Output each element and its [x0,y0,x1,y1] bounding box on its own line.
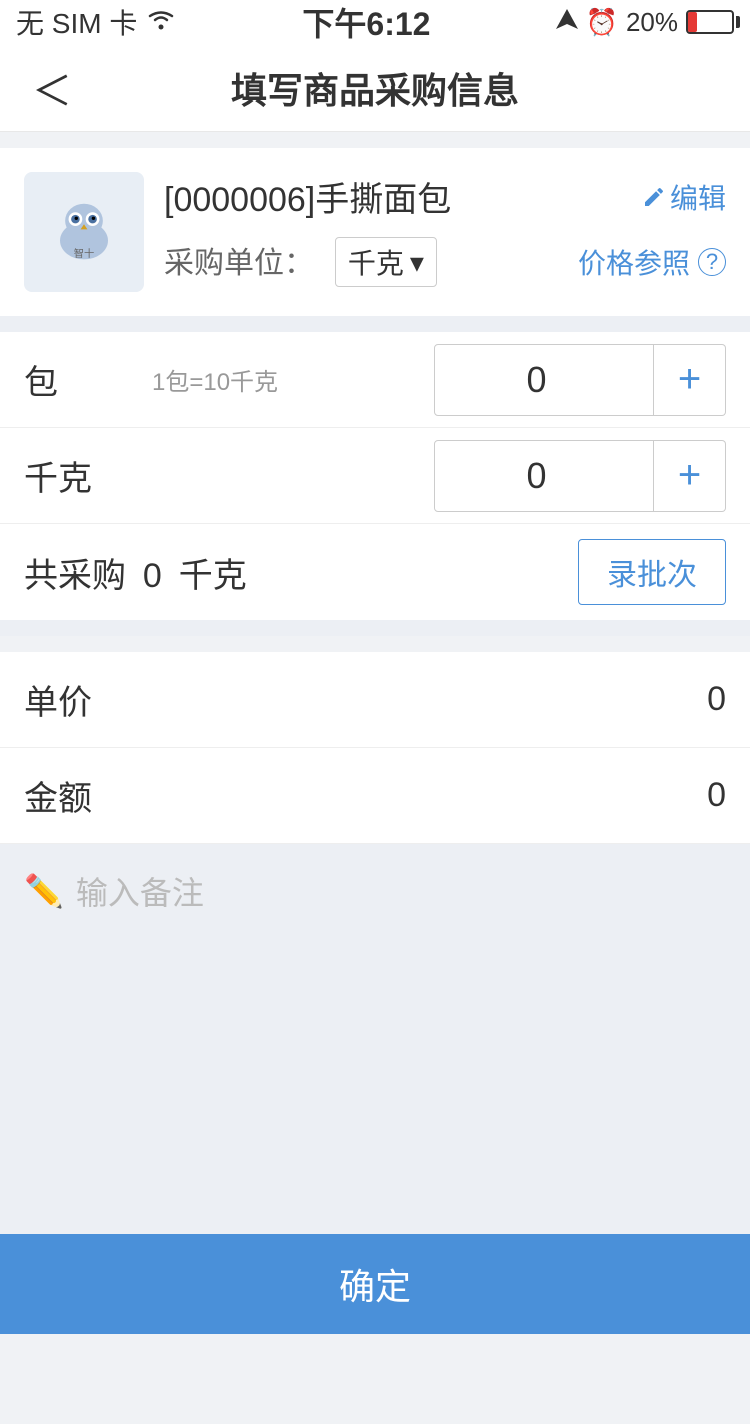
wifi-icon [145,6,177,38]
amount-label: 金额 [24,771,92,820]
alarm-icon: ⏰ [586,7,618,38]
product-info: [0000006]手撕面包 编辑 采购单位： 千克 ▾ 价格参照 ? [164,172,726,287]
kilogram-quantity-input[interactable] [434,440,654,512]
package-input-row: 包 1包=10千克 + [0,332,750,428]
edit-link[interactable]: 编辑 [642,177,726,217]
status-right: ⏰ 20% [556,7,734,38]
kilogram-input-row: 千克 + [0,428,750,524]
confirm-bar[interactable]: 确定 [0,1234,750,1334]
status-time: 下午6:12 [302,0,430,45]
amount-row: 金额 0 [0,748,750,844]
product-thumbnail: 智十 [44,202,124,262]
total-row: 共采购 0 千克 录批次 [0,524,750,620]
total-prefix: 共采购 [24,557,126,595]
back-button[interactable]: ＜ [24,51,80,125]
kilogram-label: 千克 [24,451,144,500]
location-icon [556,7,578,38]
dropdown-chevron-icon: ▾ [410,246,424,279]
price-reference[interactable]: 价格参照 ? [578,242,726,282]
package-label: 包 [24,355,144,404]
product-card: 智十 [0000006]手撕面包 编辑 采购单位： 千克 ▾ 价格参照 [0,148,750,316]
battery-percent: 20% [626,7,678,38]
total-amount: 0 [143,557,162,595]
bottom-padding [0,1324,750,1424]
remark-placeholder: 输入备注 [76,868,204,914]
pencil-icon: ✏️ [24,872,64,910]
product-header: [0000006]手撕面包 编辑 [164,172,726,221]
price-value: 0 [707,680,726,719]
confirm-button-label: 确定 [339,1258,411,1310]
total-unit: 千克 [179,557,247,595]
total-text: 共采购 0 千克 [24,548,247,597]
package-sublabel: 1包=10千克 [152,362,278,397]
product-image: 智十 [24,172,144,292]
price-label: 单价 [24,675,92,724]
amount-value: 0 [707,776,726,815]
unit-select-dropdown[interactable]: 千克 ▾ [335,237,437,287]
price-ref-help-icon: ? [698,248,726,276]
info-section: 单价 0 金额 0 [0,652,750,844]
package-controls: + [434,344,726,416]
edit-icon [642,185,666,209]
unit-selector: 采购单位： 千克 ▾ [164,237,437,287]
battery-indicator [686,10,734,34]
nav-bar: ＜ 填写商品采购信息 [0,44,750,132]
package-quantity-input[interactable] [434,344,654,416]
input-section: 包 1包=10千克 + 千克 + 共采购 0 千克 录批次 [0,332,750,620]
product-unit-row: 采购单位： 千克 ▾ 价格参照 ? [164,237,726,287]
status-bar: 无 SIM 卡 下午6:12 ⏰ 20% [0,0,750,44]
unit-value: 千克 [348,242,404,282]
package-plus-button[interactable]: + [654,344,726,416]
kilogram-plus-button[interactable]: + [654,440,726,512]
section-divider-1 [0,316,750,332]
sim-signal: 无 SIM 卡 [16,2,137,42]
page-title: 填写商品采购信息 [231,62,519,114]
product-name: [0000006]手撕面包 [164,172,451,221]
remark-section[interactable]: ✏️ 输入备注 [0,844,750,1044]
price-row: 单价 0 [0,652,750,748]
unit-label: 采购单位： [164,247,314,280]
batch-button[interactable]: 录批次 [578,539,726,605]
section-divider-2 [0,620,750,636]
svg-text:智十: 智十 [74,247,95,260]
kilogram-controls: + [434,440,726,512]
status-left: 无 SIM 卡 [16,2,177,42]
